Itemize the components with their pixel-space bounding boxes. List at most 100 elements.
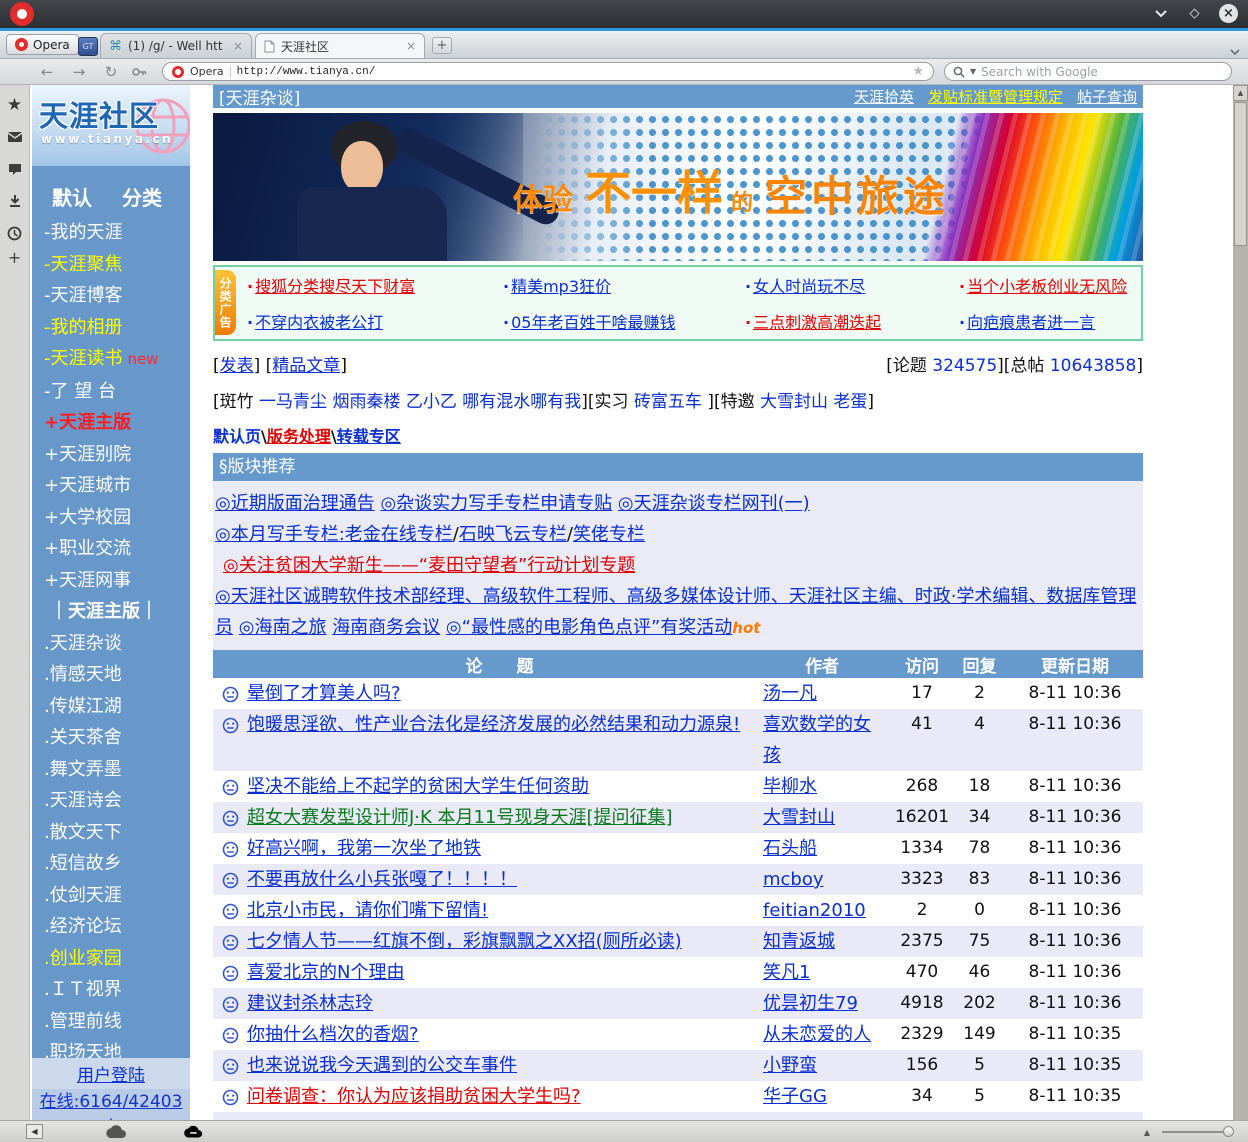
text-link[interactable]: 转载专区 bbox=[337, 427, 401, 446]
topic-author-link[interactable]: 知青返城 bbox=[763, 926, 835, 957]
topic-title-link[interactable]: 七夕情人节——红旗不倒，彩旗飘飘之XX招(厕所必读) bbox=[247, 931, 682, 952]
topic-author-link[interactable]: mcboy bbox=[763, 864, 824, 895]
topic-title-link[interactable]: 饱暖思淫欲、性产业合法化是经济发展的必然结果和动力源泉! bbox=[247, 714, 740, 735]
topic-author-link[interactable]: 笑凡1 bbox=[763, 957, 810, 988]
bookmark-star-icon[interactable]: ★ bbox=[912, 64, 924, 79]
new-tab-button[interactable]: + bbox=[432, 37, 452, 54]
tab-close-icon[interactable]: × bbox=[406, 39, 416, 53]
address-bar[interactable]: Opera http://www.tianya.cn/ ★ bbox=[162, 62, 934, 81]
topic-title-link[interactable]: 晕倒了才算美人吗? bbox=[247, 683, 401, 704]
topic-title-link[interactable]: 不要再放什么小兵张嘎了！！！！ bbox=[247, 869, 517, 890]
sidebar-item[interactable]: +天涯城市 bbox=[44, 470, 190, 502]
sidebar-item[interactable]: .创业家园 bbox=[44, 943, 190, 975]
tab-gee[interactable]: ⌘ (1) /g/ - Well https://... × bbox=[100, 33, 252, 58]
text-link[interactable]: ◎天涯杂谈专栏网刊(一) bbox=[618, 493, 810, 514]
topic-author-link[interactable]: 华子GG bbox=[763, 1081, 827, 1112]
turbo-cloud-icon[interactable] bbox=[104, 1125, 128, 1139]
topic-author-link[interactable]: 喜欢数学的女孩 bbox=[763, 709, 881, 771]
sidebar-item[interactable]: +职业交流 bbox=[44, 533, 190, 565]
sidebar-item[interactable]: -我的天涯 bbox=[44, 217, 190, 249]
notes-panel-icon[interactable] bbox=[0, 157, 29, 181]
topic-title-link[interactable]: 你抽什么档次的香烟? bbox=[247, 1024, 419, 1045]
text-link[interactable]: ◎杂谈实力写手专栏申请专贴 bbox=[380, 493, 612, 514]
ad-link[interactable]: 05年老百姓干啥最赚钱 bbox=[511, 313, 675, 332]
pinned-tab-icon[interactable]: GT bbox=[78, 37, 98, 56]
sidebar-item[interactable]: +天涯主版 bbox=[44, 407, 190, 439]
sidebar-item[interactable]: .仗剑天涯 bbox=[44, 880, 190, 912]
sidebar-item[interactable]: .散文天下 bbox=[44, 817, 190, 849]
text-link[interactable]: 天涯拾英 bbox=[854, 86, 914, 107]
zoom-slider[interactable] bbox=[1162, 1131, 1230, 1133]
topic-title-link[interactable]: 坚决不能给上不起学的贫困大学生任何资助 bbox=[247, 776, 589, 797]
reload-button[interactable]: ↻ bbox=[100, 62, 122, 82]
search-field[interactable]: ▼ Search with Google bbox=[944, 62, 1232, 81]
topic-author-link[interactable]: 毕柳水 bbox=[763, 771, 817, 802]
text-link[interactable]: 笑佬专栏 bbox=[573, 524, 645, 545]
sidebar-item[interactable]: .情感天地 bbox=[44, 659, 190, 691]
sidebar-mode-category[interactable]: 分类 bbox=[122, 182, 162, 211]
downloads-panel-icon[interactable] bbox=[0, 189, 29, 213]
scrollbar[interactable]: ▲ bbox=[1233, 85, 1248, 1120]
login-link[interactable]: 用户登陆 bbox=[32, 1063, 190, 1089]
banner-ad[interactable]: 体验 不一样 的 空中旅途 bbox=[213, 113, 1143, 261]
topic-title-link[interactable]: 问卷调查：你认为应该捐助贫困大学生吗? bbox=[247, 1086, 581, 1107]
topic-title-link[interactable]: 喜爱北京的N个理由 bbox=[247, 962, 404, 983]
topic-title-link[interactable]: 建议封杀林志玲 bbox=[247, 993, 373, 1014]
topic-title-link[interactable]: 好高兴啊，我第一次坐了地铁 bbox=[247, 838, 481, 859]
sidebar-item[interactable]: .天涯诗会 bbox=[44, 785, 190, 817]
add-panel-icon[interactable]: + bbox=[0, 245, 29, 269]
topic-title-link[interactable]: 超女大赛发型设计师J·K 本月11号现身天涯[提问征集] bbox=[247, 807, 673, 828]
ad-link[interactable]: 向疤痕患者进一言 bbox=[967, 313, 1095, 332]
bookmarks-panel-icon[interactable]: ★ bbox=[0, 93, 29, 117]
topic-author-link[interactable]: 小野蛮 bbox=[763, 1050, 817, 1081]
sidebar-item[interactable]: .经济论坛 bbox=[44, 911, 190, 943]
sidebar-mode-default[interactable]: 默认 bbox=[52, 182, 92, 211]
sync-cloud-icon[interactable] bbox=[182, 1125, 204, 1139]
zoom-slider-knob[interactable] bbox=[1223, 1126, 1234, 1137]
text-link[interactable]: ◎海南之旅 bbox=[239, 617, 327, 638]
scrollbar-thumb[interactable] bbox=[1234, 102, 1247, 246]
text-link[interactable]: 帖子查询 bbox=[1077, 86, 1137, 107]
sidebar-item[interactable]: .职场天地 bbox=[44, 1037, 190, 1058]
history-panel-icon[interactable] bbox=[0, 221, 29, 245]
sidebar-item[interactable]: .传媒江湖 bbox=[44, 691, 190, 723]
tab-tianya[interactable]: 天涯社区 × bbox=[255, 33, 425, 58]
text-link[interactable]: 精品文章 bbox=[272, 356, 340, 376]
mail-panel-icon[interactable] bbox=[0, 125, 29, 149]
text-link[interactable]: ◎“最性感的电影角色点评”有奖活动 bbox=[446, 617, 732, 638]
forward-button[interactable]: → bbox=[68, 62, 90, 82]
text-link[interactable]: 海南商务会议 bbox=[332, 617, 440, 638]
sidebar-item[interactable]: -我的相册 bbox=[44, 312, 190, 344]
topic-author-link[interactable]: 汤一凡 bbox=[763, 678, 817, 709]
opera-menu-button[interactable]: Opera bbox=[6, 34, 79, 55]
online-count-link[interactable]: 在线:6164/42403人 bbox=[32, 1089, 190, 1120]
sidebar-item[interactable]: +大学校园 bbox=[44, 502, 190, 534]
topic-author-link[interactable]: 优昙初生79 bbox=[763, 988, 858, 1019]
ad-link[interactable]: 不穿内衣被老公打 bbox=[255, 313, 383, 332]
text-link[interactable]: 版务处理 bbox=[267, 427, 331, 446]
panel-toggle-button[interactable]: ◀ bbox=[26, 1124, 43, 1139]
minimize-button[interactable] bbox=[1151, 4, 1170, 23]
text-link[interactable]: 石映飞云专栏 bbox=[459, 524, 567, 545]
topic-title-link[interactable]: 北京小市民，请你们嘴下留情! bbox=[247, 900, 488, 921]
sidebar-item[interactable]: .短信故乡 bbox=[44, 848, 190, 880]
chevron-down-icon[interactable] bbox=[1230, 40, 1240, 59]
sidebar-item[interactable]: .管理前线 bbox=[44, 1006, 190, 1038]
sidebar-item[interactable]: .舞文弄墨 bbox=[44, 754, 190, 786]
sidebar-item[interactable]: -天涯博客 bbox=[44, 280, 190, 312]
ad-link[interactable]: 三点刺激高潮迭起 bbox=[753, 313, 881, 332]
topic-author-link[interactable]: 石头船 bbox=[763, 833, 817, 864]
url-text[interactable]: http://www.tianya.cn/ bbox=[237, 66, 907, 78]
tab-close-icon[interactable]: × bbox=[233, 39, 243, 53]
sidebar-item[interactable]: .关天茶舍 bbox=[44, 722, 190, 754]
sidebar-item[interactable]: -天涯聚焦 bbox=[44, 249, 190, 281]
key-icon[interactable] bbox=[128, 62, 150, 82]
topic-author-link[interactable]: feitian2010 bbox=[763, 895, 866, 926]
site-logo[interactable]: 天涯社区 www.tianya.cn bbox=[32, 85, 190, 166]
sidebar-item[interactable]: .天涯杂谈 bbox=[44, 628, 190, 660]
text-link[interactable]: 发贴标准暨管理规定 bbox=[928, 86, 1063, 107]
topic-author-link[interactable]: 从未恋爱的人 bbox=[763, 1019, 871, 1050]
maximize-button[interactable]: ◇ bbox=[1185, 4, 1204, 23]
text-link[interactable]: ◎关注贫困大学新生——“麦田守望者”行动计划专题 bbox=[223, 555, 635, 576]
sidebar-item[interactable]: .ＩＴ视界 bbox=[44, 974, 190, 1006]
